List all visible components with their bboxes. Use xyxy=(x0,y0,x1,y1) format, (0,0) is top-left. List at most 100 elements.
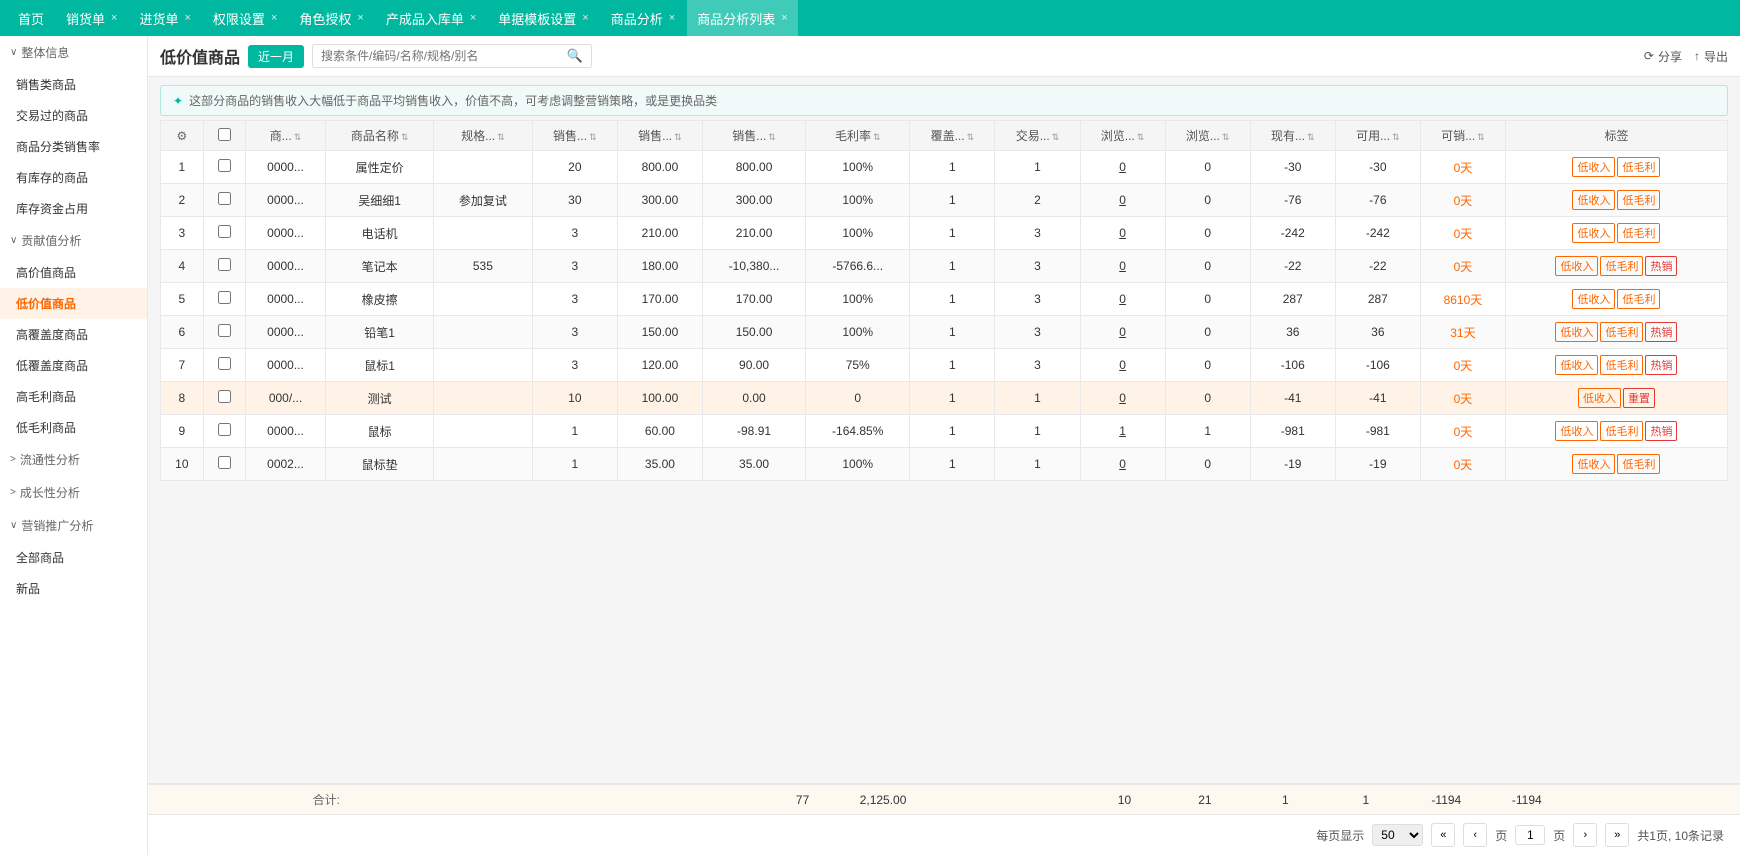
row-number: 4 xyxy=(161,250,204,283)
select-all-checkbox[interactable] xyxy=(218,128,231,141)
sidebar-item-低覆盖度商品[interactable]: 低覆盖度商品 xyxy=(0,350,147,381)
row-tags: 低收入低毛利 xyxy=(1505,184,1727,217)
pagination-bar: 每页显示 50 100 « ‹ 页 页 › » 共1页, 10条记录 xyxy=(148,814,1740,855)
nav-item-商品分析[interactable]: 商品分析× xyxy=(601,0,685,36)
sidebar-item-有库存的商品[interactable]: 有库存的商品 xyxy=(0,162,147,193)
row-browse1[interactable]: 0 xyxy=(1080,448,1165,481)
row-browse1[interactable]: 0 xyxy=(1080,217,1165,250)
row-tags: 低收入低毛利热销 xyxy=(1505,316,1727,349)
row-checkbox[interactable] xyxy=(203,316,245,349)
row-current-stock: -76 xyxy=(1250,184,1335,217)
sidebar-group-成长性分析[interactable]: >成长性分析 xyxy=(0,476,147,509)
row-browse1[interactable]: 0 xyxy=(1080,184,1165,217)
nav-close-角色授权[interactable]: × xyxy=(357,12,363,24)
sales-amount-column-header: 销售...⇅ xyxy=(617,121,702,151)
nav-item-角色授权[interactable]: 角色授权× xyxy=(289,0,373,36)
sidebar-group-流通性分析[interactable]: >流通性分析 xyxy=(0,443,147,476)
sidebar-item-全部商品[interactable]: 全部商品 xyxy=(0,542,147,573)
row-checkbox[interactable] xyxy=(203,283,245,316)
row-number: 8 xyxy=(161,382,204,415)
row-browse2: 0 xyxy=(1165,448,1250,481)
share-button[interactable]: ⟳ 分享 xyxy=(1644,48,1682,65)
row-checkbox[interactable] xyxy=(203,184,245,217)
row-coverage: 1 xyxy=(910,415,995,448)
nav-close-商品分析[interactable]: × xyxy=(669,12,675,24)
total-cell-5: 77 xyxy=(762,793,842,807)
filter-button[interactable]: 近一月 xyxy=(248,45,304,68)
sidebar-item-高覆盖度商品[interactable]: 高覆盖度商品 xyxy=(0,319,147,350)
page-number-input[interactable] xyxy=(1515,825,1545,845)
page-size-select[interactable]: 50 100 xyxy=(1372,824,1423,846)
nav-close-商品分析列表[interactable]: × xyxy=(781,12,787,24)
nav-item-产成品入库单[interactable]: 产成品入库单× xyxy=(376,0,486,36)
name-column-header: 商品名称⇅ xyxy=(326,121,434,151)
row-checkbox[interactable] xyxy=(203,217,245,250)
row-gross-rate: -5766.6... xyxy=(806,250,910,283)
nav-item-权限设置[interactable]: 权限设置× xyxy=(203,0,287,36)
row-current-stock: -19 xyxy=(1250,448,1335,481)
sidebar-group-整体信息[interactable]: ∨整体信息 xyxy=(0,36,147,69)
settings-column-header[interactable]: ⚙ xyxy=(161,121,204,151)
row-browse1[interactable]: 0 xyxy=(1080,382,1165,415)
row-browse1[interactable]: 0 xyxy=(1080,316,1165,349)
sidebar-item-低毛利商品[interactable]: 低毛利商品 xyxy=(0,412,147,443)
row-sales-amount: 800.00 xyxy=(617,151,702,184)
nav-item-商品分析列表[interactable]: 商品分析列表× xyxy=(687,0,797,36)
sidebar-item-高价值商品[interactable]: 高价值商品 xyxy=(0,257,147,288)
row-sales-amount: 35.00 xyxy=(617,448,702,481)
sidebar-item-商品分类销售率[interactable]: 商品分类销售率 xyxy=(0,131,147,162)
nav-close-权限设置[interactable]: × xyxy=(271,12,277,24)
prev-page-button[interactable]: ‹ xyxy=(1463,823,1487,847)
row-current-stock: 287 xyxy=(1250,283,1335,316)
search-input[interactable] xyxy=(321,49,563,63)
sidebar-item-高毛利商品[interactable]: 高毛利商品 xyxy=(0,381,147,412)
row-gross-rate: 100% xyxy=(806,184,910,217)
sidebar-group-营销推广分析[interactable]: ∨营销推广分析 xyxy=(0,509,147,542)
row-checkbox[interactable] xyxy=(203,448,245,481)
sidebar-item-新品[interactable]: 新品 xyxy=(0,573,147,604)
row-number: 6 xyxy=(161,316,204,349)
row-current-stock: -22 xyxy=(1250,250,1335,283)
row-code: 0000... xyxy=(245,415,325,448)
nav-close-进货单[interactable]: × xyxy=(184,12,190,24)
nav-item-首页[interactable]: 首页 xyxy=(8,0,54,36)
sidebar-item-库存资金占用[interactable]: 库存资金占用 xyxy=(0,193,147,224)
first-page-button[interactable]: « xyxy=(1431,823,1455,847)
sidebar-group-贡献值分析[interactable]: ∨贡献值分析 xyxy=(0,224,147,257)
sidebar-group-arrow: ∨ xyxy=(10,47,17,58)
row-available: -106 xyxy=(1335,349,1420,382)
sidebar-item-低价值商品[interactable]: 低价值商品 xyxy=(0,288,147,319)
row-browse1[interactable]: 0 xyxy=(1080,250,1165,283)
total-cell-15 xyxy=(1567,793,1647,807)
table-row: 20000...吴细细1参加复试30300.00300.00100%1200-7… xyxy=(161,184,1728,217)
row-browse1[interactable]: 1 xyxy=(1080,415,1165,448)
row-checkbox[interactable] xyxy=(203,151,245,184)
notice-icon: ✦ xyxy=(173,94,183,108)
nav-item-销货单[interactable]: 销货单× xyxy=(56,0,127,36)
sidebar-item-交易过的商品[interactable]: 交易过的商品 xyxy=(0,100,147,131)
row-code: 0000... xyxy=(245,184,325,217)
row-checkbox[interactable] xyxy=(203,382,245,415)
row-salable: 0天 xyxy=(1420,184,1505,217)
row-salable: 0天 xyxy=(1420,250,1505,283)
nav-close-产成品入库单[interactable]: × xyxy=(470,12,476,24)
row-browse1[interactable]: 0 xyxy=(1080,283,1165,316)
row-name: 鼠标垫 xyxy=(326,448,434,481)
row-gross-rate: 100% xyxy=(806,283,910,316)
row-browse1[interactable]: 0 xyxy=(1080,151,1165,184)
nav-item-单据模板设置[interactable]: 单据模板设置× xyxy=(488,0,598,36)
row-browse1[interactable]: 0 xyxy=(1080,349,1165,382)
row-checkbox[interactable] xyxy=(203,349,245,382)
row-checkbox[interactable] xyxy=(203,415,245,448)
nav-close-单据模板设置[interactable]: × xyxy=(582,12,588,24)
coverage-column-header: 覆盖...⇅ xyxy=(910,121,995,151)
row-checkbox[interactable] xyxy=(203,250,245,283)
nav-item-进货单[interactable]: 进货单× xyxy=(129,0,200,36)
next-page-button[interactable]: › xyxy=(1573,823,1597,847)
nav-close-销货单[interactable]: × xyxy=(111,12,117,24)
last-page-button[interactable]: » xyxy=(1605,823,1629,847)
export-button[interactable]: ↑ 导出 xyxy=(1694,48,1728,65)
search-icon[interactable]: 🔍 xyxy=(567,48,583,64)
sidebar-item-销售类商品[interactable]: 销售类商品 xyxy=(0,69,147,100)
row-sales-amount: 170.00 xyxy=(617,283,702,316)
